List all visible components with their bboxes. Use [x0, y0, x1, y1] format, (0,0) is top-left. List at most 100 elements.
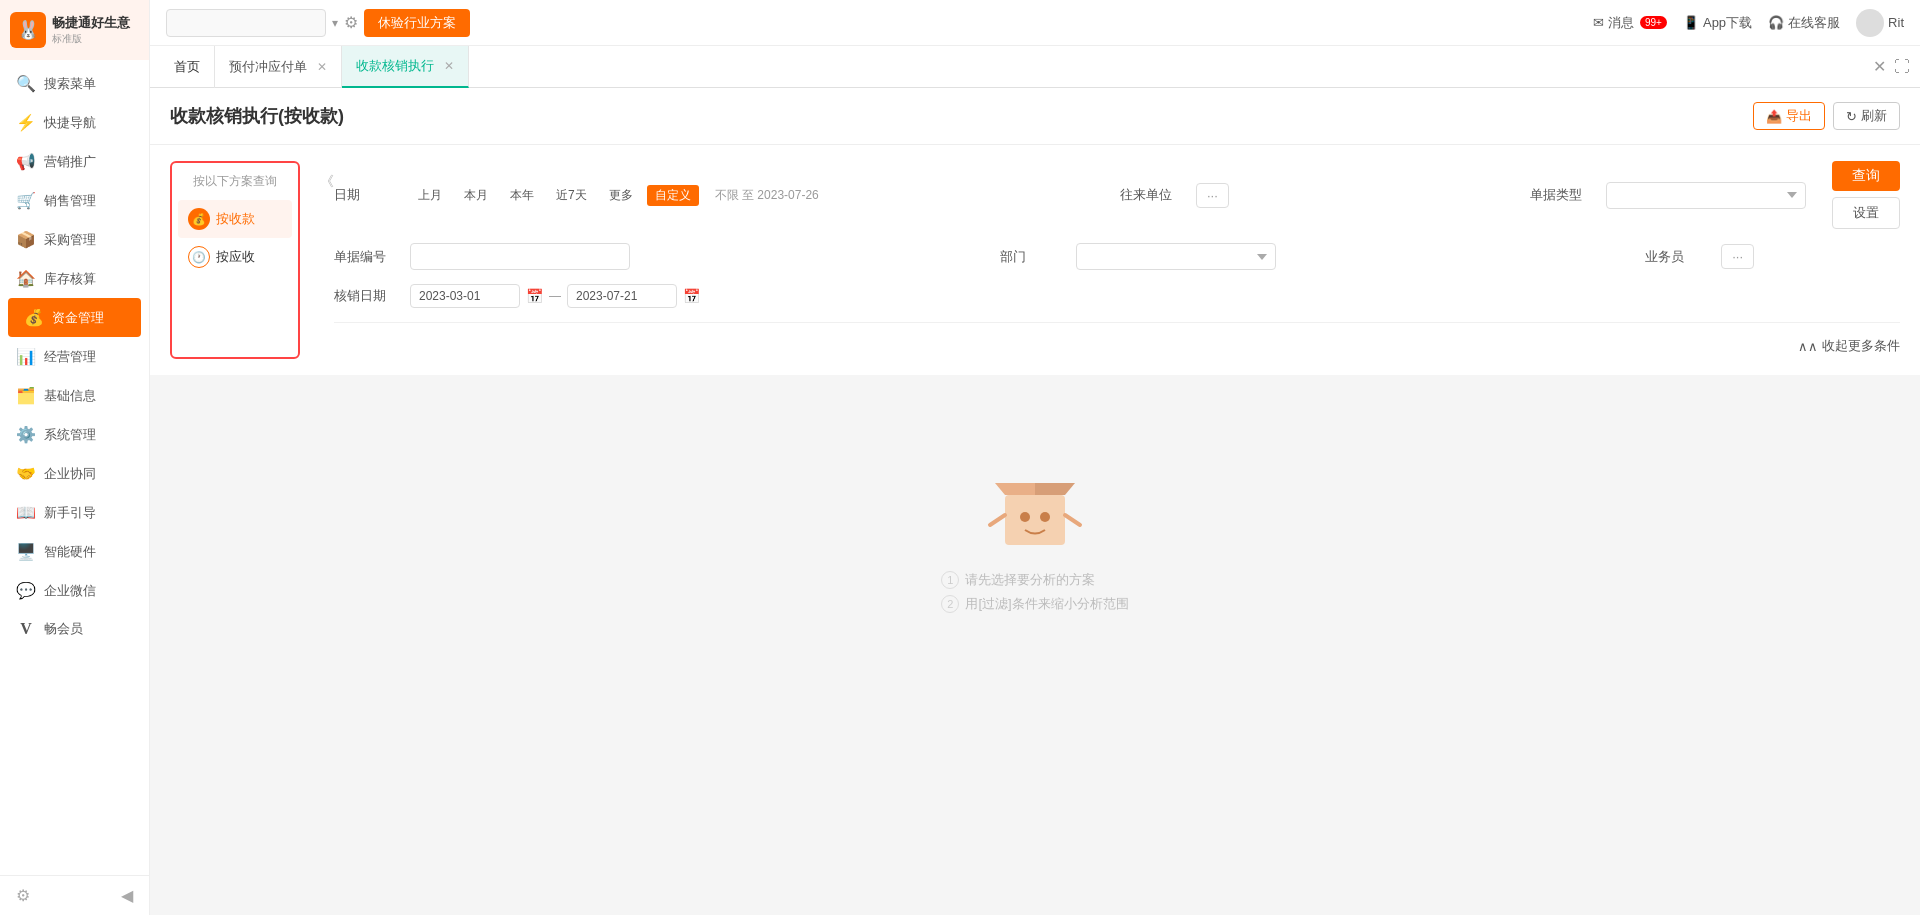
setting-button[interactable]: 设置 [1832, 197, 1900, 229]
tab-expand-icon[interactable]: ⛶ [1894, 58, 1910, 76]
tab-prepay-close[interactable]: ✕ [317, 60, 327, 74]
sidebar-item-wechat[interactable]: 💬 企业微信 [0, 571, 149, 610]
writeoff-date-start[interactable] [410, 284, 520, 308]
export-button[interactable]: 📤 导出 [1753, 102, 1825, 130]
partner-input-btn[interactable]: ··· [1196, 183, 1229, 208]
sidebar-item-member[interactable]: V 畅会员 [0, 610, 149, 648]
tab-prepay-label: 预付冲应付单 [229, 58, 307, 76]
sidebar-label-operation: 经营管理 [44, 348, 96, 366]
sidebar-item-enterprise[interactable]: 🤝 企业协同 [0, 454, 149, 493]
doc-no-input[interactable] [410, 243, 630, 270]
online-service-btn[interactable]: 🎧 在线客服 [1768, 14, 1840, 32]
header-search-input[interactable] [166, 9, 326, 37]
empty-step-1-text: 请先选择要分析的方案 [965, 571, 1095, 589]
sidebar-item-shortcut[interactable]: ⚡ 快捷导航 [0, 103, 149, 142]
tab-bar-right: ✕ ⛶ [1873, 57, 1910, 76]
enterprise-icon: 🤝 [16, 464, 36, 483]
date-separator: — [549, 289, 561, 303]
sidebar-label-marketing: 营销推广 [44, 153, 96, 171]
tab-close-all-icon[interactable]: ✕ [1873, 57, 1886, 76]
date-hint-group: 不限 至 2023-07-26 [715, 187, 819, 204]
sidebar-label-wechat: 企业微信 [44, 582, 96, 600]
sidebar-item-operation[interactable]: 📊 经营管理 [0, 337, 149, 376]
marketing-icon: 📢 [16, 152, 36, 171]
filter-option-by-receipt[interactable]: 💰 按收款 [178, 200, 292, 238]
sidebar-item-finance[interactable]: 💰 资金管理 [8, 298, 141, 337]
date-tab-this-year[interactable]: 本年 [502, 185, 542, 206]
industry-btn[interactable]: 休验行业方案 [364, 9, 470, 37]
dept-label: 部门 [1000, 248, 1060, 266]
tab-writeoff[interactable]: 收款核销执行 ✕ [342, 46, 469, 88]
sidebar-item-system[interactable]: ⚙️ 系统管理 [0, 415, 149, 454]
tab-writeoff-close[interactable]: ✕ [444, 59, 454, 73]
sidebar-item-inventory[interactable]: 🏠 库存核算 [0, 259, 149, 298]
service-icon: 🎧 [1768, 15, 1784, 30]
sidebar-label-enterprise: 企业协同 [44, 465, 96, 483]
sidebar-label-member: 畅会员 [44, 620, 83, 638]
query-button[interactable]: 查询 [1832, 161, 1900, 191]
sidebar-label-finance: 资金管理 [52, 309, 104, 327]
calendar-start-icon[interactable]: 📅 [526, 288, 543, 304]
dept-select[interactable] [1076, 243, 1276, 270]
refresh-label: 刷新 [1861, 107, 1887, 125]
salesperson-btn[interactable]: ··· [1721, 244, 1754, 269]
page-title: 收款核销执行(按收款) [170, 104, 344, 142]
svg-line-4 [1065, 515, 1080, 525]
sidebar-label-search: 搜索菜单 [44, 75, 96, 93]
collapse-sidebar-icon[interactable]: ◀ [121, 886, 133, 905]
sidebar-item-hardware[interactable]: 🖥️ 智能硬件 [0, 532, 149, 571]
finance-icon: 💰 [24, 308, 44, 327]
calendar-end-icon[interactable]: 📅 [683, 288, 700, 304]
avatar [1856, 9, 1884, 37]
step-num-2: 2 [941, 595, 959, 613]
settings-gear-icon[interactable]: ⚙ [344, 13, 358, 32]
filter-row-docno: 单据编号 部门 业务员 ··· [334, 243, 1900, 270]
message-badge: 99+ [1640, 16, 1667, 29]
settings-icon[interactable]: ⚙ [16, 886, 30, 905]
empty-svg [975, 455, 1095, 555]
writeoff-date-end[interactable] [567, 284, 677, 308]
filter-divider [334, 322, 1900, 323]
collapse-more-label: 收起更多条件 [1822, 337, 1900, 355]
tab-home[interactable]: 首页 [160, 46, 215, 88]
filter-collapse-btn[interactable]: 《 [320, 165, 334, 199]
sidebar-label-basic: 基础信息 [44, 387, 96, 405]
collapse-more-btn[interactable]: ∧∧ 收起更多条件 [334, 333, 1900, 359]
date-tab-last-month[interactable]: 上月 [410, 185, 450, 206]
sidebar-item-marketing[interactable]: 📢 营销推广 [0, 142, 149, 181]
app-logo: 🐰 畅捷通好生意 标准版 [0, 0, 149, 60]
doc-type-select[interactable] [1606, 182, 1806, 209]
purchase-icon: 📦 [16, 230, 36, 249]
tab-prepay[interactable]: 预付冲应付单 ✕ [215, 46, 342, 88]
message-btn[interactable]: ✉ 消息 99+ [1593, 14, 1667, 32]
filter-option-receivable-label: 按应收 [216, 248, 255, 266]
sidebar-item-search[interactable]: 🔍 搜索菜单 [0, 64, 149, 103]
date-tab-more[interactable]: 更多 [601, 185, 641, 206]
top-header: ▾ ⚙ 休验行业方案 ✉ 消息 99+ 📱 App下载 🎧 在线客服 Rit [150, 0, 1920, 46]
app-download-btn[interactable]: 📱 App下载 [1683, 14, 1752, 32]
date-tab-custom[interactable]: 自定义 [647, 185, 699, 206]
user-label: Rit [1888, 15, 1904, 30]
sidebar-item-guide[interactable]: 📖 新手引导 [0, 493, 149, 532]
sidebar-item-basic[interactable]: 🗂️ 基础信息 [0, 376, 149, 415]
sidebar-label-purchase: 采购管理 [44, 231, 96, 249]
sidebar-label-system: 系统管理 [44, 426, 96, 444]
sales-icon: 🛒 [16, 191, 36, 210]
sidebar-item-sales[interactable]: 🛒 销售管理 [0, 181, 149, 220]
sidebar-nav: 🔍 搜索菜单 ⚡ 快捷导航 📢 营销推广 🛒 销售管理 📦 采购管理 🏠 库存核… [0, 60, 149, 875]
sidebar: 🐰 畅捷通好生意 标准版 🔍 搜索菜单 ⚡ 快捷导航 📢 营销推广 🛒 销售管理… [0, 0, 150, 915]
operation-icon: 📊 [16, 347, 36, 366]
sidebar-item-purchase[interactable]: 📦 采购管理 [0, 220, 149, 259]
filter-option-by-receivable[interactable]: 🕐 按应收 [178, 238, 292, 276]
sidebar-label-sales: 销售管理 [44, 192, 96, 210]
hardware-icon: 🖥️ [16, 542, 36, 561]
dropdown-icon[interactable]: ▾ [332, 16, 338, 30]
empty-steps: 1 请先选择要分析的方案 2 用[过滤]条件来缩小分析范围 [941, 571, 1128, 613]
date-tab-this-month[interactable]: 本月 [456, 185, 496, 206]
refresh-button[interactable]: ↻ 刷新 [1833, 102, 1900, 130]
user-info[interactable]: Rit [1856, 9, 1904, 37]
tab-bar: 首页 预付冲应付单 ✕ 收款核销执行 ✕ ✕ ⛶ [150, 46, 1920, 88]
sidebar-label-guide: 新手引导 [44, 504, 96, 522]
message-label: 消息 [1608, 14, 1634, 32]
date-tab-7days[interactable]: 近7天 [548, 185, 595, 206]
